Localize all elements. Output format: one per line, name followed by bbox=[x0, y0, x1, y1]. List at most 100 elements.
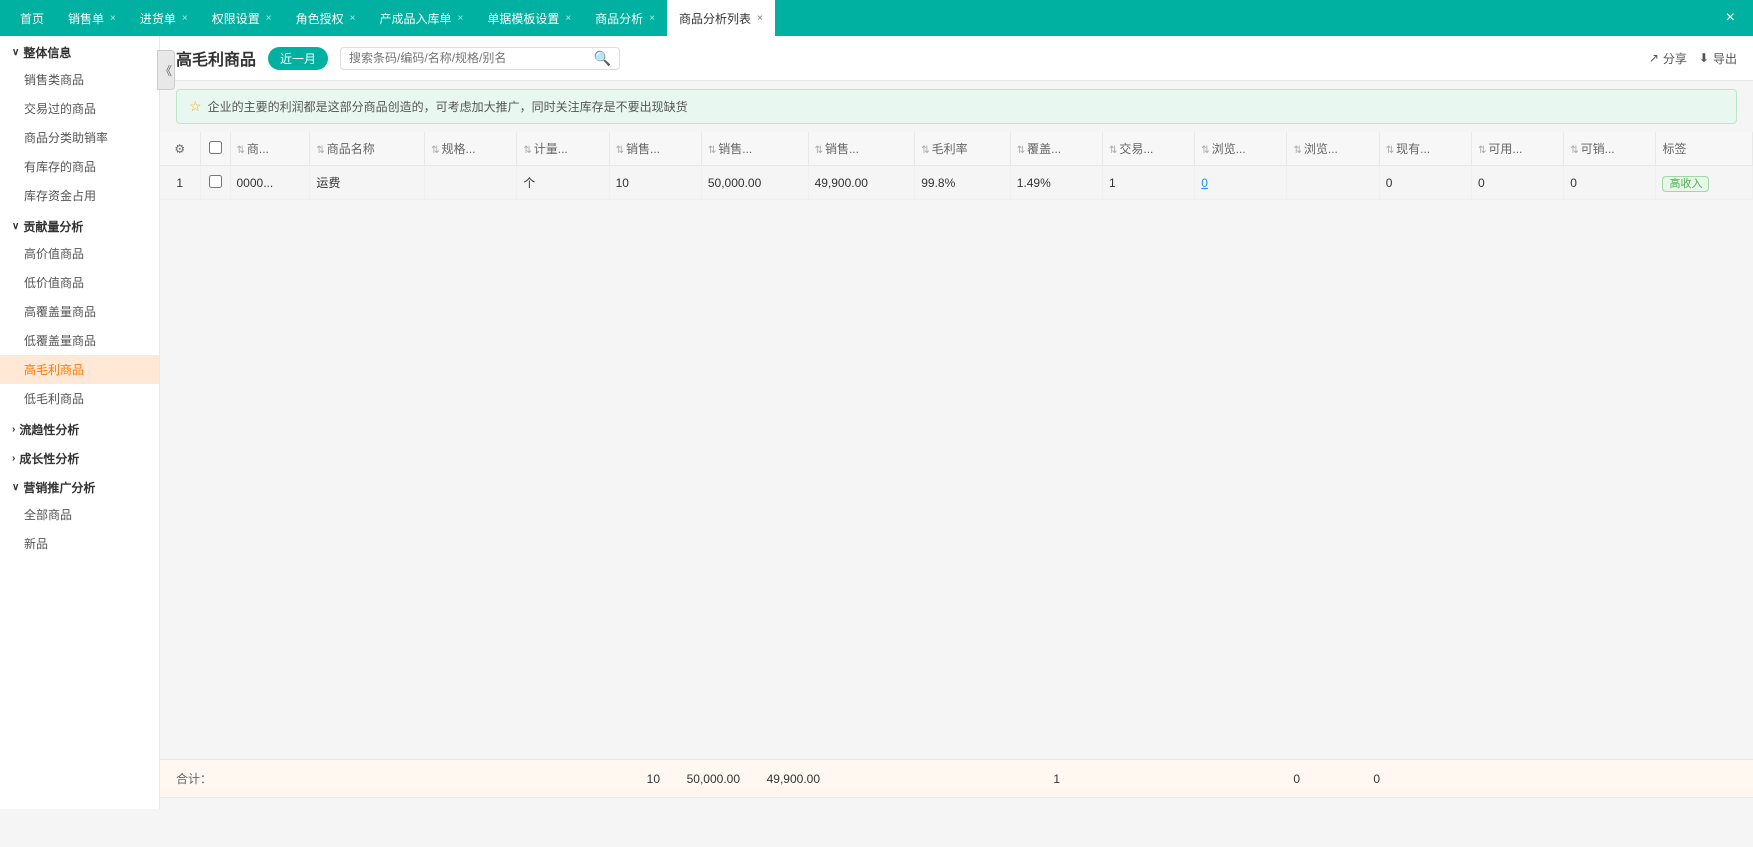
sort-sales2-icon[interactable]: ⇅ bbox=[708, 145, 716, 156]
sort-unit-icon[interactable]: ⇅ bbox=[523, 145, 531, 156]
arrow-marketing: ∨ bbox=[12, 482, 19, 493]
footer-cell-current: 0 bbox=[1228, 772, 1308, 786]
main-layout: ∨ 整体信息 销售类商品 交易过的商品 商品分类助销率 有库存的商品 库存资金占… bbox=[0, 36, 1753, 809]
share-icon: ↗ bbox=[1649, 51, 1659, 65]
sort-sellable-icon[interactable]: ⇅ bbox=[1570, 145, 1578, 156]
export-icon: ⬇ bbox=[1699, 51, 1709, 65]
close-sales-tab[interactable]: × bbox=[110, 13, 116, 24]
sidebar: ∨ 整体信息 销售类商品 交易过的商品 商品分类助销率 有库存的商品 库存资金占… bbox=[0, 36, 160, 809]
col-settings[interactable]: ⚙ bbox=[160, 132, 200, 166]
nav-product-analysis[interactable]: 商品分析 × bbox=[583, 0, 667, 36]
footer-cell-sales2: 50,000.00 bbox=[668, 772, 748, 786]
col-checkbox[interactable] bbox=[200, 132, 230, 166]
close-all-btn[interactable]: × bbox=[1716, 9, 1745, 27]
sort-transaction-icon[interactable]: ⇅ bbox=[1109, 145, 1117, 156]
info-banner: ☆ 企业的主要的利润都是这部分商品创造的，可考虑加大推广，同时关注库存是不要出现… bbox=[176, 89, 1737, 124]
content-area: 高毛利商品 近一月 🔍 ↗ 分享 ⬇ 导出 ☆ 企业的主要的利润都是这部分商品创… bbox=[160, 36, 1753, 809]
sort-code-icon[interactable]: ⇅ bbox=[237, 145, 245, 156]
nav-analysis-list[interactable]: 商品分析列表 × bbox=[667, 0, 775, 36]
cell-check[interactable] bbox=[200, 166, 230, 200]
col-current: ⇅现有... bbox=[1379, 132, 1471, 166]
sidebar-item-low-value[interactable]: 低价值商品 bbox=[0, 268, 159, 297]
close-purchase-tab[interactable]: × bbox=[182, 13, 188, 24]
top-nav: 首页 销售单 × 进货单 × 权限设置 × 角色授权 × 产成品入库单 × 单据… bbox=[0, 0, 1753, 36]
sidebar-item-instock-goods[interactable]: 有库存的商品 bbox=[0, 152, 159, 181]
sidebar-item-sales-goods[interactable]: 销售类商品 bbox=[0, 65, 159, 94]
sort-spec-icon[interactable]: ⇅ bbox=[431, 145, 439, 156]
sidebar-item-high-margin[interactable]: 高毛利商品 bbox=[0, 355, 159, 384]
close-permission-tab[interactable]: × bbox=[266, 13, 272, 24]
cell-available: 0 bbox=[1471, 166, 1563, 200]
sidebar-group-contribution[interactable]: ∨ 贡献量分析 bbox=[0, 210, 159, 239]
row-checkbox[interactable] bbox=[209, 175, 222, 188]
sort-sales1-icon[interactable]: ⇅ bbox=[616, 145, 624, 156]
cell-sales3: 49,900.00 bbox=[808, 166, 915, 200]
nav-permission[interactable]: 权限设置 × bbox=[200, 0, 284, 36]
cell-current: 0 bbox=[1379, 166, 1471, 200]
col-browse1: ⇅浏览... bbox=[1195, 132, 1287, 166]
sort-browse2-icon[interactable]: ⇅ bbox=[1293, 145, 1301, 156]
sidebar-item-stock-capital[interactable]: 库存资金占用 bbox=[0, 181, 159, 210]
info-icon: ☆ bbox=[189, 98, 202, 115]
sort-coverage-icon[interactable]: ⇅ bbox=[1017, 145, 1025, 156]
cell-unit: 个 bbox=[517, 166, 609, 200]
sidebar-item-high-value[interactable]: 高价值商品 bbox=[0, 239, 159, 268]
footer-cells: 10 50,000.00 49,900.00 1 0 0 bbox=[228, 772, 1388, 786]
col-transaction: ⇅交易... bbox=[1102, 132, 1194, 166]
cell-transaction: 1 bbox=[1102, 166, 1194, 200]
tag-badge: 高收入 bbox=[1662, 176, 1709, 192]
sort-gross-icon[interactable]: ⇅ bbox=[921, 145, 929, 156]
col-unit: ⇅计量... bbox=[517, 132, 609, 166]
close-product-analysis-tab[interactable]: × bbox=[649, 13, 655, 24]
nav-role[interactable]: 角色授权 × bbox=[284, 0, 368, 36]
sidebar-item-traded-goods[interactable]: 交易过的商品 bbox=[0, 94, 159, 123]
table-row: 1 0000... 运费 个 10 50,000.00 49,900.00 99… bbox=[160, 166, 1753, 200]
col-code: ⇅商... bbox=[230, 132, 310, 166]
cell-sales1: 10 bbox=[609, 166, 701, 200]
sort-current-icon[interactable]: ⇅ bbox=[1386, 145, 1394, 156]
cell-tag: 高收入 bbox=[1656, 166, 1753, 200]
cell-spec bbox=[425, 166, 517, 200]
nav-template[interactable]: 单据模板设置 × bbox=[475, 0, 583, 36]
table-wrapper[interactable]: ⚙ ⇅商... ⇅商品名称 ⇅规格... ⇅计量... ⇅销售... ⇅销售..… bbox=[160, 132, 1753, 759]
sidebar-item-low-coverage[interactable]: 低覆盖量商品 bbox=[0, 326, 159, 355]
search-icon[interactable]: 🔍 bbox=[594, 50, 611, 67]
sidebar-toggle-btn[interactable]: 《 bbox=[157, 50, 175, 90]
export-btn[interactable]: ⬇ 导出 bbox=[1699, 50, 1737, 67]
sidebar-item-category-rate[interactable]: 商品分类助销率 bbox=[0, 123, 159, 152]
close-role-tab[interactable]: × bbox=[350, 13, 356, 24]
sidebar-group-flow[interactable]: › 流趋性分析 bbox=[0, 413, 159, 442]
cell-code: 0000... bbox=[230, 166, 310, 200]
nav-product-inbound[interactable]: 产成品入库单 × bbox=[367, 0, 475, 36]
search-input[interactable] bbox=[349, 51, 594, 65]
close-product-inbound-tab[interactable]: × bbox=[457, 13, 463, 24]
arrow-contribution: ∨ bbox=[12, 221, 19, 232]
sidebar-item-low-margin[interactable]: 低毛利商品 bbox=[0, 384, 159, 413]
close-analysis-list-tab[interactable]: × bbox=[757, 13, 763, 24]
nav-home[interactable]: 首页 bbox=[8, 0, 56, 36]
sort-browse1-icon[interactable]: ⇅ bbox=[1201, 145, 1209, 156]
sidebar-item-all-goods[interactable]: 全部商品 bbox=[0, 500, 159, 529]
select-all-checkbox[interactable] bbox=[209, 141, 222, 154]
share-btn[interactable]: ↗ 分享 bbox=[1649, 50, 1687, 67]
sort-sales3-icon[interactable]: ⇅ bbox=[815, 145, 823, 156]
close-template-tab[interactable]: × bbox=[565, 13, 571, 24]
nav-purchase[interactable]: 进货单 × bbox=[128, 0, 200, 36]
browse1-link[interactable]: 0 bbox=[1201, 176, 1208, 190]
cell-browse1[interactable]: 0 bbox=[1195, 166, 1287, 200]
sort-name-icon[interactable]: ⇅ bbox=[316, 145, 324, 156]
bottom-scrollbar[interactable] bbox=[160, 797, 1753, 809]
sidebar-group-growth[interactable]: › 成长性分析 bbox=[0, 442, 159, 471]
col-available: ⇅可用... bbox=[1471, 132, 1563, 166]
sort-available-icon[interactable]: ⇅ bbox=[1478, 145, 1486, 156]
cell-sales2: 50,000.00 bbox=[701, 166, 808, 200]
footer-summary: 合计： 10 50,000.00 49,900.00 1 0 0 bbox=[160, 759, 1753, 797]
nav-sales[interactable]: 销售单 × bbox=[56, 0, 128, 36]
arrow-flow: › bbox=[12, 424, 15, 435]
sidebar-group-overall[interactable]: ∨ 整体信息 bbox=[0, 36, 159, 65]
data-table: ⚙ ⇅商... ⇅商品名称 ⇅规格... ⇅计量... ⇅销售... ⇅销售..… bbox=[160, 132, 1753, 200]
sidebar-item-high-coverage[interactable]: 高覆盖量商品 bbox=[0, 297, 159, 326]
filter-recent-month-btn[interactable]: 近一月 bbox=[268, 47, 328, 70]
sidebar-group-marketing[interactable]: ∨ 营销推广分析 bbox=[0, 471, 159, 500]
sidebar-item-new-goods[interactable]: 新品 bbox=[0, 529, 159, 558]
